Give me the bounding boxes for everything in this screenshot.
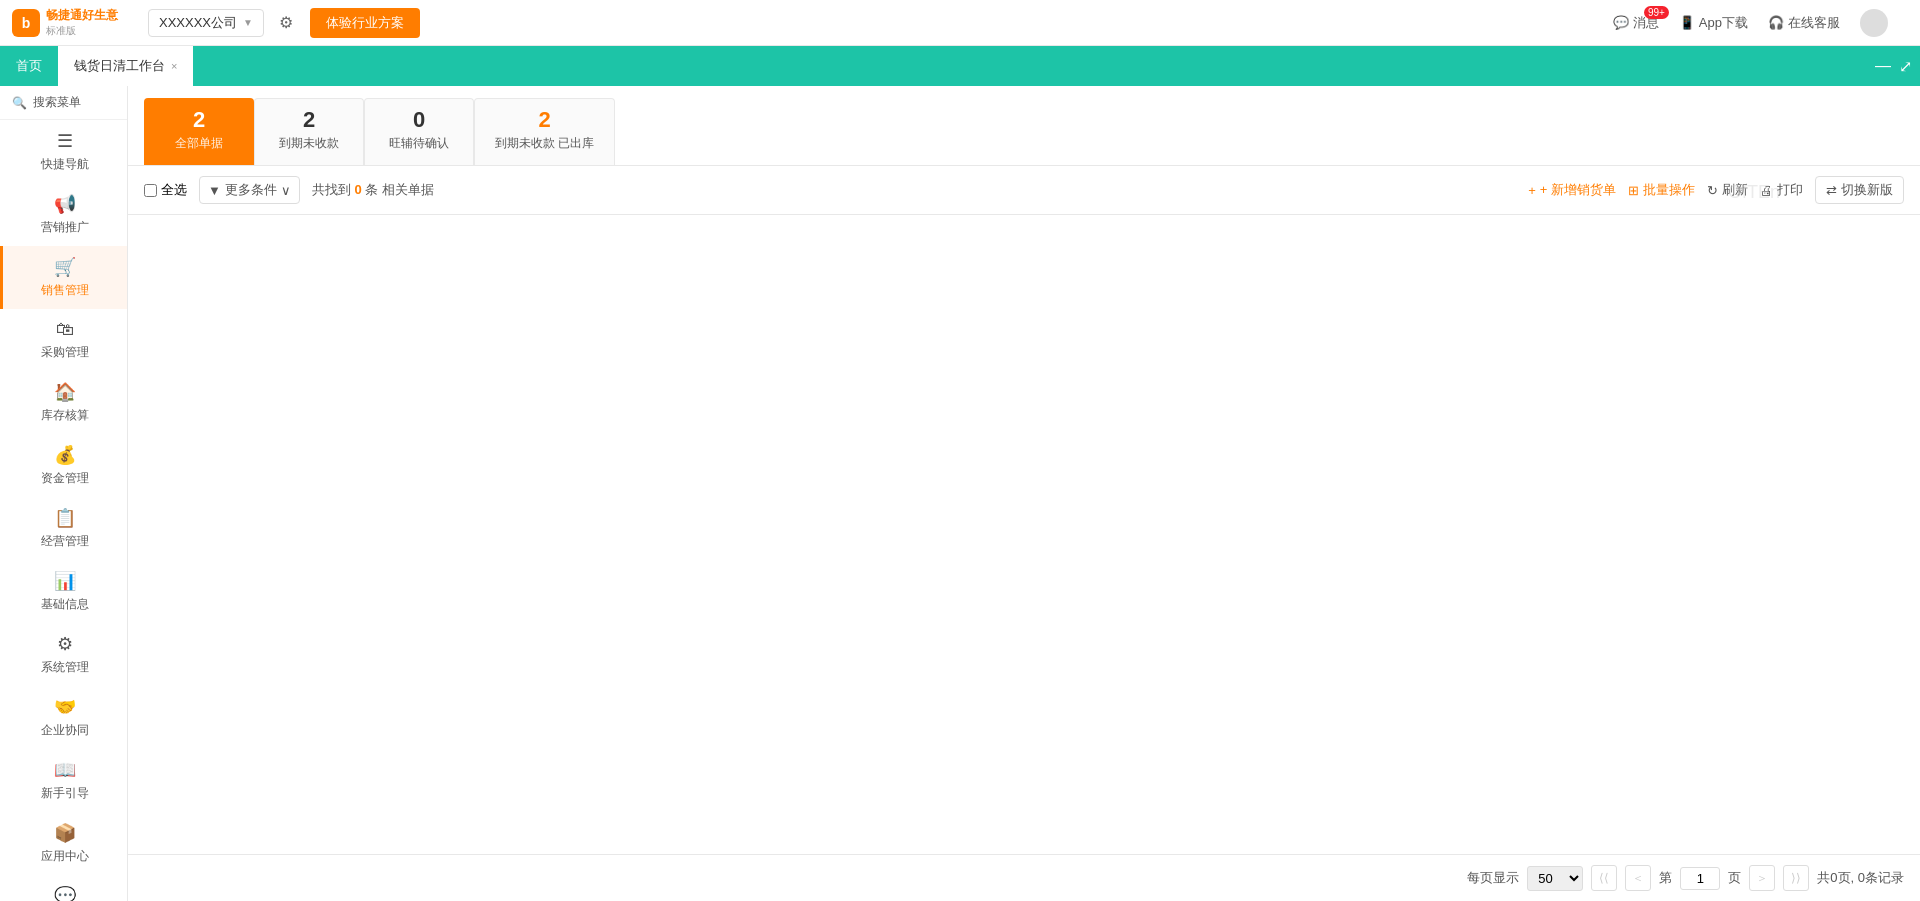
basic-info-icon: 📊 xyxy=(54,570,76,592)
stat-tab-all[interactable]: 2 全部单据 xyxy=(144,98,254,165)
tab-minimize-button[interactable]: — xyxy=(1875,57,1891,75)
refresh-icon: ↻ xyxy=(1707,183,1718,198)
sidebar-item-wechat[interactable]: 💬 企业微信 xyxy=(0,875,127,901)
print-button[interactable]: 🖨 打印 xyxy=(1760,181,1803,199)
found-count: 0 xyxy=(355,182,362,197)
plus-icon: + xyxy=(1528,183,1536,198)
filter-icon: ▼ xyxy=(208,183,221,198)
top-header: b 畅捷通好生意 标准版 XXXXXX公司 ▼ ⚙ 体验行业方案 💬 消息 99… xyxy=(0,0,1920,46)
pagination: 每页显示 50 20 100 ⟨⟨ ＜ 第 页 ＞ ⟩⟩ 共0页, 0条记录 xyxy=(128,854,1920,901)
select-all-checkbox[interactable]: 全选 xyxy=(144,181,187,199)
tab-home[interactable]: 首页 xyxy=(0,46,58,86)
stat-tab-overdue[interactable]: 2 到期未收款 xyxy=(254,98,364,165)
tab-expand-button[interactable]: ⤢ xyxy=(1899,57,1912,76)
company-dropdown-arrow: ▼ xyxy=(243,17,253,28)
switch-version-button[interactable]: ⇄ 切换新版 xyxy=(1815,176,1904,204)
sidebar-item-system[interactable]: ⚙ 系统管理 xyxy=(0,623,127,686)
sidebar-item-sales[interactable]: 🛒 销售管理 xyxy=(0,246,127,309)
page-number-input[interactable] xyxy=(1680,867,1720,890)
total-records: 共0页, 0条记录 xyxy=(1817,869,1904,887)
marketing-icon: 📢 xyxy=(54,193,76,215)
first-page-button[interactable]: ⟨⟨ xyxy=(1591,865,1617,891)
message-badge: 99+ xyxy=(1644,6,1669,19)
refresh-button[interactable]: ↻ 刷新 xyxy=(1707,181,1748,199)
purchase-icon: 🛍 xyxy=(56,319,74,340)
stats-tabs: 2 全部单据 2 到期未收款 0 旺辅待确认 2 到期未收款 已出库 xyxy=(128,86,1920,166)
stat-tab-shipped[interactable]: 2 到期未收款 已出库 xyxy=(474,98,615,165)
sidebar-item-operations[interactable]: 📋 经营管理 xyxy=(0,497,127,560)
service-icon: 🎧 xyxy=(1768,15,1784,30)
sidebar-item-marketing[interactable]: 📢 营销推广 xyxy=(0,183,127,246)
toolbar-right: + + 新增销货单 ⊞ 批量操作 ↻ 刷新 🖨 打印 ⇄ 切换新版 xyxy=(1528,176,1904,204)
switch-icon: ⇄ xyxy=(1826,183,1837,198)
logo-area: b 畅捷通好生意 标准版 xyxy=(12,7,140,38)
print-icon: 🖨 xyxy=(1760,183,1773,198)
collaboration-icon: 🤝 xyxy=(54,696,76,718)
online-service-button[interactable]: 🎧 在线客服 xyxy=(1768,14,1840,32)
app-center-icon: 📦 xyxy=(54,822,76,844)
filter-button[interactable]: ▼ 更多条件 ∨ xyxy=(199,176,300,204)
trial-button[interactable]: 体验行业方案 xyxy=(310,8,420,38)
tab-right-actions: — ⤢ xyxy=(1875,57,1920,76)
content-area: 2 全部单据 2 到期未收款 0 旺辅待确认 2 到期未收款 已出库 全选 xyxy=(128,86,1920,901)
download-icon: 📱 xyxy=(1679,15,1695,30)
batch-icon: ⊞ xyxy=(1628,183,1639,198)
toolbar: 全选 ▼ 更多条件 ∨ 共找到 0 条 相关单据 + + 新增销货单 ⊞ 批量操 xyxy=(128,166,1920,215)
finance-icon: 💰 xyxy=(54,444,76,466)
sidebar-search[interactable]: 🔍 搜索菜单 xyxy=(0,86,127,120)
company-selector[interactable]: XXXXXX公司 ▼ xyxy=(148,9,264,37)
main-layout: 🔍 搜索菜单 ☰ 快捷导航 📢 营销推广 🛒 销售管理 🛍 采购管理 🏠 库存核… xyxy=(0,86,1920,901)
logo-icon: b xyxy=(12,9,40,37)
next-page-button[interactable]: ＞ xyxy=(1749,865,1775,891)
sidebar-item-app-center[interactable]: 📦 应用中心 xyxy=(0,812,127,875)
sidebar: 🔍 搜索菜单 ☰ 快捷导航 📢 营销推广 🛒 销售管理 🛍 采购管理 🏠 库存核… xyxy=(0,86,128,901)
filter-dropdown-icon: ∨ xyxy=(281,183,291,198)
header-right: 💬 消息 99+ 📱 App下载 🎧 在线客服 xyxy=(1613,9,1908,37)
search-icon: 🔍 xyxy=(12,96,27,110)
inventory-icon: 🏠 xyxy=(54,381,76,403)
sidebar-item-finance[interactable]: 💰 资金管理 xyxy=(0,434,127,497)
stat-tab-pending[interactable]: 0 旺辅待确认 xyxy=(364,98,474,165)
found-text: 共找到 0 条 相关单据 xyxy=(312,181,434,199)
last-page-button[interactable]: ⟩⟩ xyxy=(1783,865,1809,891)
avatar[interactable] xyxy=(1860,9,1888,37)
sales-icon: 🛒 xyxy=(54,256,76,278)
prev-page-button[interactable]: ＜ xyxy=(1625,865,1651,891)
sidebar-item-guide[interactable]: 📖 新手引导 xyxy=(0,749,127,812)
guide-icon: 📖 xyxy=(54,759,76,781)
page-size-select[interactable]: 50 20 100 xyxy=(1527,866,1583,891)
sidebar-item-inventory[interactable]: 🏠 库存核算 xyxy=(0,371,127,434)
sidebar-item-quick-nav[interactable]: ☰ 快捷导航 xyxy=(0,120,127,183)
message-icon: 💬 xyxy=(1613,15,1629,30)
new-sale-button[interactable]: + + 新增销货单 xyxy=(1528,181,1616,199)
batch-operation-button[interactable]: ⊞ 批量操作 xyxy=(1628,181,1695,199)
table-area xyxy=(128,215,1920,854)
sidebar-item-basic-info[interactable]: 📊 基础信息 xyxy=(0,560,127,623)
settings-button[interactable]: ⚙ xyxy=(272,9,300,37)
operations-icon: 📋 xyxy=(54,507,76,529)
sidebar-item-collaboration[interactable]: 🤝 企业协同 xyxy=(0,686,127,749)
app-download-button[interactable]: 📱 App下载 xyxy=(1679,14,1748,32)
message-button[interactable]: 💬 消息 99+ xyxy=(1613,14,1659,32)
logo-text: 畅捷通好生意 标准版 xyxy=(46,7,118,38)
wechat-icon: 💬 xyxy=(54,885,76,901)
system-icon: ⚙ xyxy=(57,633,73,655)
tab-bar: 首页 钱货日清工作台 × — ⤢ xyxy=(0,46,1920,86)
sidebar-item-purchase[interactable]: 🛍 采购管理 xyxy=(0,309,127,371)
select-all-input[interactable] xyxy=(144,184,157,197)
tab-close-icon[interactable]: × xyxy=(171,60,177,72)
tab-active[interactable]: 钱货日清工作台 × xyxy=(58,46,193,86)
quick-nav-icon: ☰ xyxy=(57,130,73,152)
